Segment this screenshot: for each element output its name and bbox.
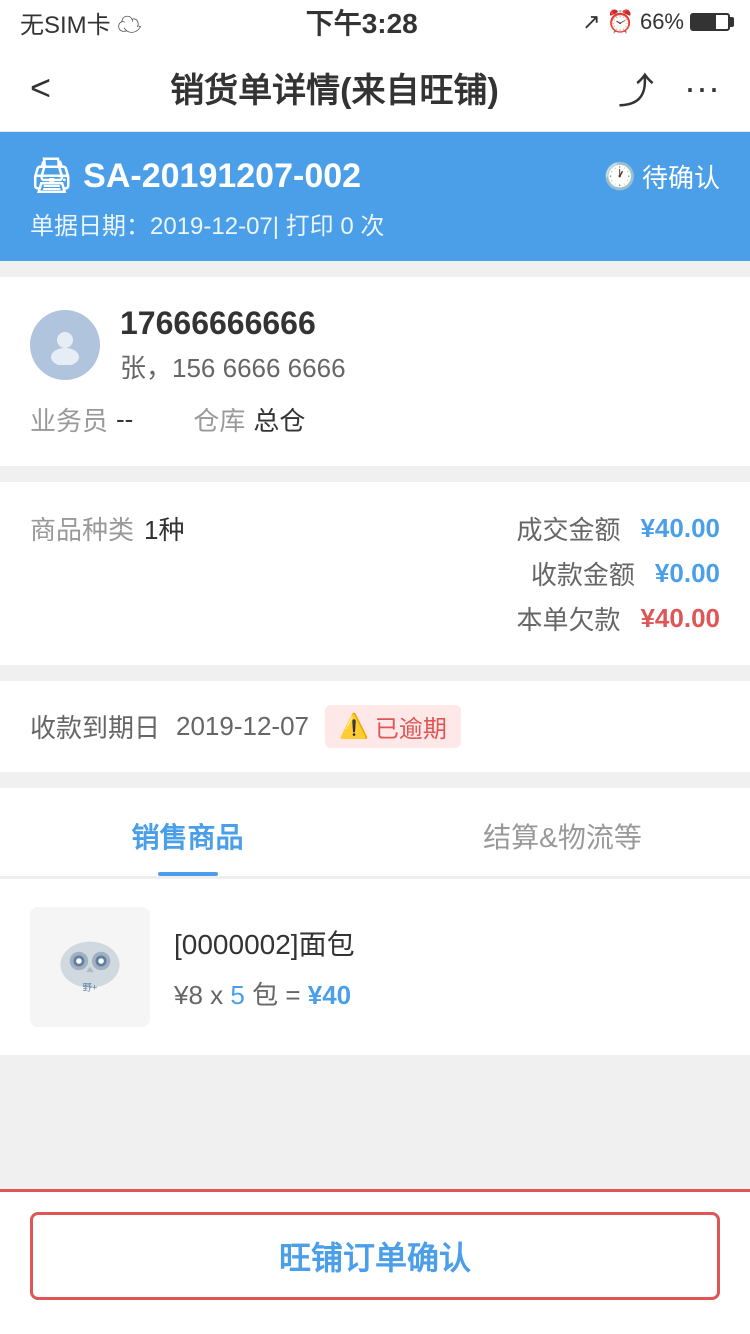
status-text: 待确认	[642, 158, 720, 195]
order-icon: 🖨	[30, 156, 73, 196]
warehouse-label: 仓库	[193, 401, 245, 438]
battery-icon	[690, 13, 730, 31]
customer-info: 17666666666 张，156 6666 6666	[120, 305, 720, 385]
customer-meta: 业务员 -- 仓库 总仓	[30, 401, 720, 438]
product-thumbnail: 野+	[30, 907, 150, 1027]
product-item: 野+ [0000002]面包 ¥8 x 5 包 = ¥40	[0, 879, 750, 1055]
product-info: [0000002]面包 ¥8 x 5 包 = ¥40	[174, 923, 720, 1012]
more-button[interactable]: ···	[684, 67, 720, 109]
due-amount-label: 本单欠款	[516, 600, 620, 637]
confirm-button[interactable]: 旺铺订单确认	[30, 1212, 720, 1300]
product-qty: 5	[230, 980, 244, 1010]
order-id-text: SA-20191207-002	[83, 157, 361, 196]
order-status: 🕐 待确认	[604, 158, 720, 195]
product-type-label: 商品种类	[30, 510, 134, 547]
product-logo: 野+	[50, 937, 130, 997]
order-id-row: 🖨 SA-20191207-002	[30, 156, 361, 196]
summary-card: 商品种类 1种 成交金额 ¥40.00 收款金额 ¥0.00 本单欠款 ¥40.…	[0, 482, 750, 665]
order-date: 2019-12-07	[150, 213, 273, 240]
trans-amount-value: ¥40.00	[640, 513, 720, 544]
receipt-amount-value: ¥0.00	[655, 558, 720, 589]
customer-name: 张，156 6666 6666	[120, 348, 720, 385]
battery-label: 66%	[640, 9, 684, 35]
due-amount-row: 本单欠款 ¥40.00	[516, 600, 720, 637]
summary-row: 商品种类 1种 成交金额 ¥40.00 收款金额 ¥0.00 本单欠款 ¥40.…	[30, 510, 720, 637]
product-price-row: ¥8 x 5 包 = ¥40	[174, 975, 720, 1012]
share-button[interactable]: ⤴	[618, 62, 654, 114]
status-clock-icon: 🕐	[604, 161, 636, 192]
product-multiply: x	[210, 980, 230, 1010]
receipt-amount-label: 收款金额	[531, 555, 635, 592]
tabs-bar: 销售商品 结算&物流等	[0, 788, 750, 877]
amounts-area: 成交金额 ¥40.00 收款金额 ¥0.00 本单欠款 ¥40.00	[516, 510, 720, 637]
status-right: ↗ ⏰ 66%	[582, 9, 730, 35]
nav-bar: < 销货单详情(来自旺铺) ⤴ ···	[0, 44, 750, 132]
salesperson-value: --	[116, 404, 133, 435]
tab-products[interactable]: 销售商品	[0, 788, 375, 876]
print-info: | 打印 0 次	[273, 213, 385, 240]
trans-amount-label: 成交金额	[516, 510, 620, 547]
due-date-value: 2019-12-07	[176, 711, 309, 742]
salesperson-item: 业务员 --	[30, 401, 133, 438]
trans-amount-row: 成交金额 ¥40.00	[516, 510, 720, 547]
back-button[interactable]: <	[30, 67, 51, 109]
customer-row: 17666666666 张，156 6666 6666	[30, 305, 720, 385]
product-count: 1种	[144, 510, 184, 547]
overdue-badge: ⚠️ 已逾期	[325, 705, 461, 748]
product-list: 野+ [0000002]面包 ¥8 x 5 包 = ¥40	[0, 879, 750, 1055]
product-equals: =	[285, 980, 307, 1010]
location-icon: ↗	[582, 9, 600, 35]
avatar	[30, 310, 100, 380]
svg-text:野+: 野+	[83, 983, 98, 993]
product-name: [0000002]面包	[174, 923, 720, 963]
order-date-row: 单据日期：2019-12-07| 打印 0 次	[30, 206, 720, 241]
warehouse-item: 仓库 总仓	[193, 401, 305, 438]
customer-card: 17666666666 张，156 6666 6666 业务员 -- 仓库 总仓	[0, 277, 750, 466]
product-unit: 包	[252, 980, 278, 1010]
alarm-icon: ⏰	[607, 9, 634, 35]
product-price: ¥8	[174, 980, 203, 1010]
sim-label: 无SIM卡 ☁	[20, 5, 141, 40]
product-total: ¥40	[308, 980, 351, 1010]
tab-settlement[interactable]: 结算&物流等	[375, 788, 750, 876]
due-amount-value: ¥40.00	[640, 603, 720, 634]
order-header: 🖨 SA-20191207-002 🕐 待确认 单据日期：2019-12-07|…	[0, 132, 750, 261]
status-bar: 无SIM卡 ☁ 下午3:28 ↗ ⏰ 66%	[0, 0, 750, 44]
page-title: 销货单详情(来自旺铺)	[170, 63, 499, 112]
due-date-label: 收款到期日	[30, 708, 160, 745]
customer-phone: 17666666666	[120, 305, 720, 342]
warehouse-value: 总仓	[253, 401, 305, 438]
date-label: 单据日期：	[30, 213, 150, 240]
receipt-amount-row: 收款金额 ¥0.00	[531, 555, 720, 592]
overdue-icon: ⚠️	[339, 712, 369, 741]
nav-actions: ⤴ ···	[618, 62, 720, 114]
bottom-bar: 旺铺订单确认	[0, 1189, 750, 1334]
status-left: 无SIM卡 ☁	[20, 5, 141, 40]
due-date-card: 收款到期日 2019-12-07 ⚠️ 已逾期	[0, 681, 750, 772]
product-type-area: 商品种类 1种	[30, 510, 184, 547]
status-time: 下午3:28	[306, 2, 418, 42]
overdue-text: 已逾期	[375, 709, 447, 744]
salesperson-label: 业务员	[30, 401, 108, 438]
